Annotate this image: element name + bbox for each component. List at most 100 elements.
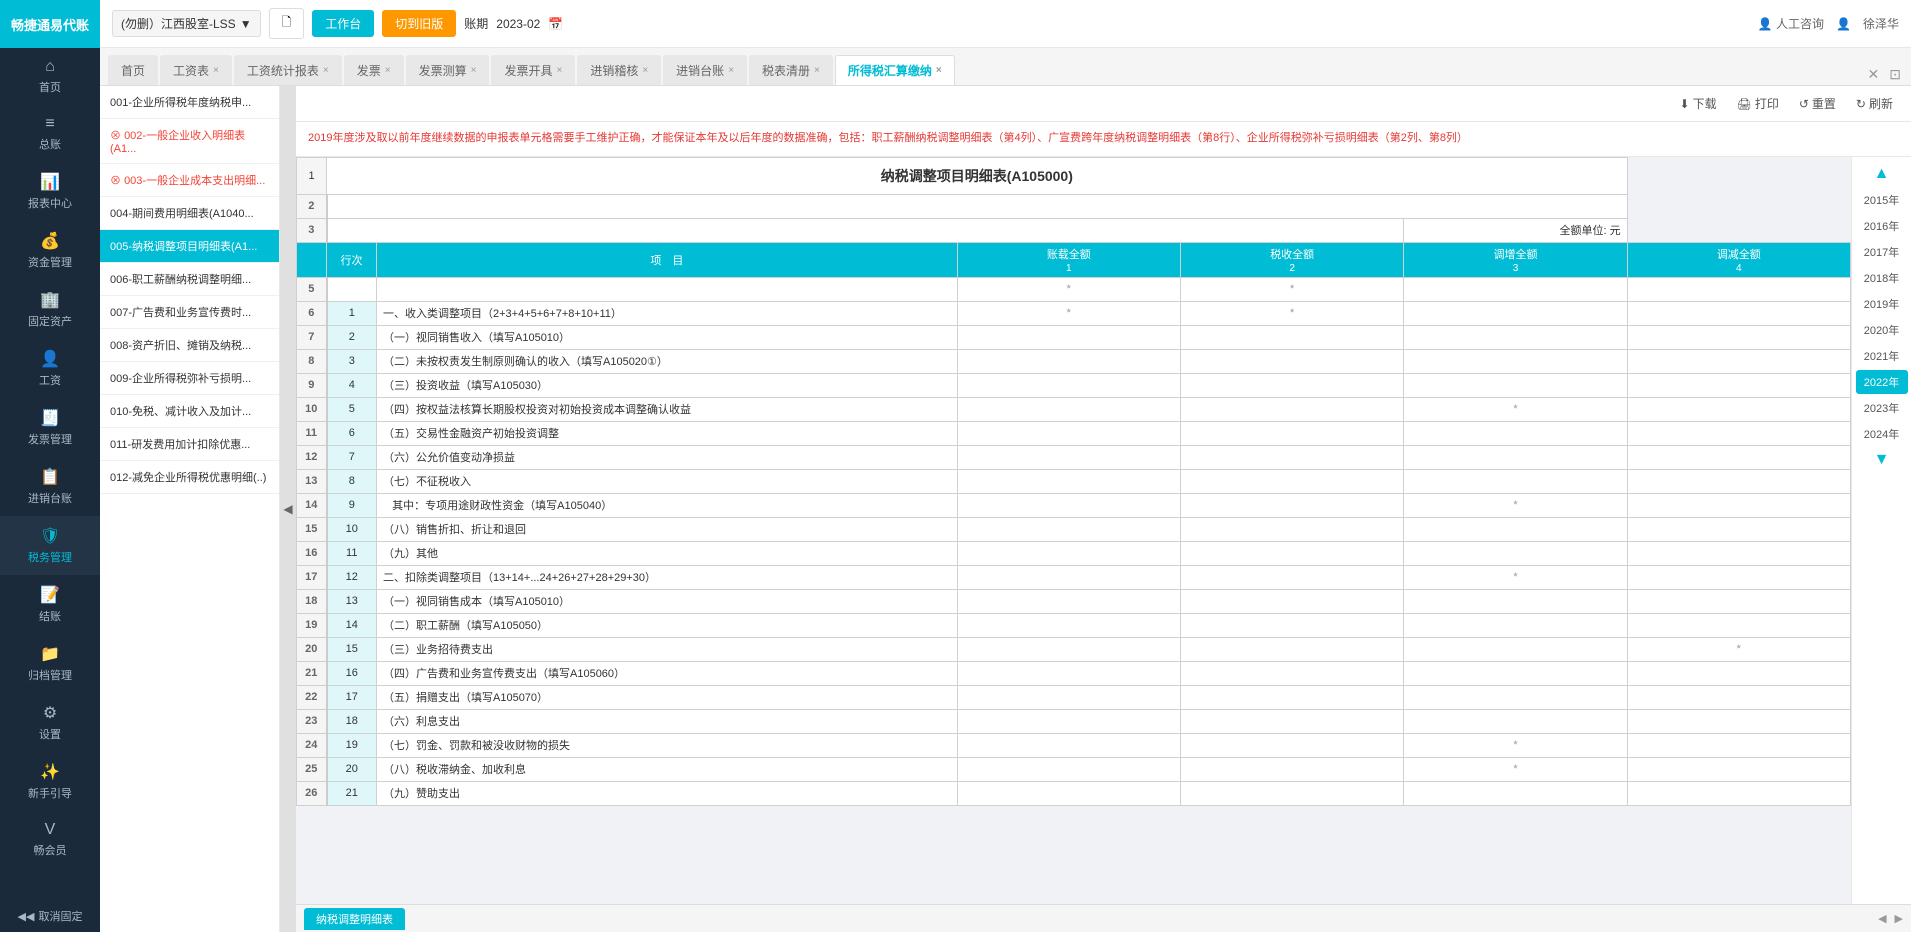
refresh-button[interactable]: ↻ 刷新 — [1850, 92, 1899, 115]
title-row: 1 纳税调整项目明细表(A105000) — [297, 157, 1851, 194]
bottom-right: ◀ ▶ — [1878, 912, 1903, 925]
tab-close-invoice[interactable]: × — [385, 65, 391, 76]
right-year-panel: ▲ 2015年 2016年 2017年 2018年 2019年 2020年 20… — [1851, 157, 1911, 904]
left-item-003[interactable]: ⊗ 003-一般企业成本支出明细... — [100, 164, 279, 197]
sidebar-item-close[interactable]: 📝 结账 — [0, 575, 100, 634]
col-hang-header: 行次 — [327, 242, 377, 277]
sidebar-item-vip[interactable]: V 畅会员 — [0, 811, 100, 868]
sidebar-item-tax[interactable]: 🛡 税务管理 — [0, 516, 100, 575]
workbench-button[interactable]: 工作台 — [312, 10, 374, 37]
sales-icon: 📋 — [40, 467, 60, 487]
tab-home[interactable]: 首页 — [108, 55, 158, 85]
tab-close-ledger[interactable]: × — [728, 65, 734, 76]
tab-close-audit[interactable]: × — [642, 65, 648, 76]
reset-icon: ↺ — [1799, 97, 1809, 111]
left-item-002[interactable]: ⊗ 002-一般企业收入明细表(A1... — [100, 119, 279, 164]
user-name: 徐泽华 — [1863, 15, 1899, 32]
sidebar-item-guide[interactable]: ✨ 新手引导 — [0, 752, 100, 811]
sidebar-item-home[interactable]: ⌂ 首页 — [0, 48, 100, 105]
year-2020[interactable]: 2020年 — [1856, 318, 1908, 342]
tab-salary-report[interactable]: 工资统计报表 × — [234, 55, 342, 85]
unfix-button[interactable]: ◀◀ 取消固定 — [0, 900, 100, 932]
data-row-19: 19 14 （二）职工薪酬（填写A105050） — [297, 613, 1851, 637]
year-2023[interactable]: 2023年 — [1856, 396, 1908, 420]
sidebar-item-reports[interactable]: 📊 报表中心 — [0, 162, 100, 221]
print-button[interactable]: 🖨 打印 — [1731, 92, 1785, 115]
tab-close-invoice-calc[interactable]: × — [471, 65, 477, 76]
year-2017[interactable]: 2017年 — [1856, 240, 1908, 264]
year-scroll-up[interactable]: ▲ — [1870, 161, 1894, 187]
sidebar-item-sales[interactable]: 📋 进销台账 — [0, 457, 100, 516]
switch-button[interactable]: 切到旧版 — [382, 10, 456, 37]
tax-icon: 🛡 — [40, 526, 60, 546]
year-2018[interactable]: 2018年 — [1856, 266, 1908, 290]
year-2022[interactable]: 2022年 — [1856, 370, 1908, 394]
year-2016[interactable]: 2016年 — [1856, 214, 1908, 238]
calendar-icon[interactable]: 📅 — [548, 17, 563, 31]
guide-icon: ✨ — [40, 762, 60, 782]
left-item-008[interactable]: 008-资产折旧、摊销及纳税... — [100, 329, 279, 362]
col-e-header: 调增全额3 — [1404, 242, 1627, 277]
content-area: 001-企业所得税年度纳税申... ⊗ 002-一般企业收入明细表(A1... … — [100, 86, 1911, 932]
topbar-right: 👤 人工咨询 👤 徐泽华 — [1758, 15, 1899, 32]
collapse-panel-button[interactable]: ◀ — [280, 86, 296, 932]
col-d-header: 税收全额2 — [1180, 242, 1403, 277]
left-item-012[interactable]: 012-减免企业所得税优惠明细(..) — [100, 461, 279, 494]
tab-audit[interactable]: 进销稽核 × — [577, 55, 661, 85]
company-selector[interactable]: (勿删）江西股室-LSS ▼ — [112, 10, 261, 37]
tab-invoice-issue[interactable]: 发票开具 × — [491, 55, 575, 85]
tab-close-invoice-issue[interactable]: × — [556, 65, 562, 76]
sidebar-item-settings[interactable]: ⚙ 设置 — [0, 693, 100, 752]
support-link[interactable]: 👤 人工咨询 — [1758, 15, 1824, 32]
data-row-14: 14 9 其中：专项用途财政性资金（填写A105040） * — [297, 493, 1851, 517]
sidebar-bottom: ◀◀ 取消固定 — [0, 900, 100, 932]
tab-invoice[interactable]: 发票 × — [344, 55, 404, 85]
left-item-011[interactable]: 011-研发费用加计扣除优惠... — [100, 428, 279, 461]
maximize-icon[interactable]: ⊡ — [1887, 64, 1903, 85]
tab-salary[interactable]: 工资表 × — [160, 55, 232, 85]
tab-close-salary-report[interactable]: × — [323, 65, 329, 76]
year-2019[interactable]: 2019年 — [1856, 292, 1908, 316]
left-item-009[interactable]: 009-企业所得税弥补亏损明... — [100, 362, 279, 395]
spreadsheet-scroll[interactable]: 1 纳税调整项目明细表(A105000) 2 3 — [296, 157, 1851, 904]
bottom-bar: 纳税调整明细表 ◀ ▶ — [296, 904, 1911, 932]
left-item-010[interactable]: 010-免税、减计收入及加计... — [100, 395, 279, 428]
close-all-icon[interactable]: ✕ — [1866, 64, 1882, 85]
copy-button[interactable]: 🗋 — [269, 8, 305, 39]
sidebar-item-assets[interactable]: 🏢 固定资产 — [0, 280, 100, 339]
bottom-tab-adjust[interactable]: 纳税调整明细表 — [304, 908, 405, 930]
tab-close-tax-list[interactable]: × — [814, 65, 820, 76]
download-button[interactable]: ⬇ 下载 — [1674, 92, 1723, 115]
sidebar-item-archive[interactable]: 📁 归档管理 — [0, 634, 100, 693]
reports-icon: 📊 — [40, 172, 60, 192]
print-icon: 🖨 — [1737, 97, 1752, 111]
tab-ledger[interactable]: 进销台账 × — [663, 55, 747, 85]
assets-icon: 🏢 — [40, 290, 60, 310]
main-area: (勿删）江西股室-LSS ▼ 🗋 工作台 切到旧版 账期 2023-02 📅 👤… — [100, 0, 1911, 932]
year-2021[interactable]: 2021年 — [1856, 344, 1908, 368]
bottom-scroll-left[interactable]: ◀ — [1878, 912, 1886, 925]
year-scroll-down[interactable]: ▼ — [1870, 447, 1894, 473]
sidebar-item-finance[interactable]: 💰 资金管理 — [0, 221, 100, 280]
data-row-16: 16 11 （九）其他 — [297, 541, 1851, 565]
invoice-icon: 🧾 — [40, 408, 60, 428]
left-item-007[interactable]: 007-广告费和业务宣传费时... — [100, 296, 279, 329]
sidebar-item-ledger[interactable]: ≡ 总账 — [0, 105, 100, 162]
year-2015[interactable]: 2015年 — [1856, 188, 1908, 212]
reset-button[interactable]: ↺ 重置 — [1793, 92, 1842, 115]
tab-tax-list[interactable]: 税表清册 × — [749, 55, 833, 85]
tab-invoice-calc[interactable]: 发票测算 × — [406, 55, 490, 85]
sidebar-item-salary[interactable]: 👤 工资 — [0, 339, 100, 398]
left-item-006[interactable]: 006-职工薪酬纳税调整明细... — [100, 263, 279, 296]
bottom-scroll-right[interactable]: ▶ — [1895, 912, 1903, 925]
tab-income-tax[interactable]: 所得税汇算缴纳 × — [835, 55, 955, 85]
tab-close-salary[interactable]: × — [213, 65, 219, 76]
left-item-005[interactable]: 005-纳税调整项目明细表(A1... — [100, 230, 279, 263]
tab-close-income-tax[interactable]: × — [936, 65, 942, 76]
sheet-table: 1 纳税调整项目明细表(A105000) 2 3 — [296, 157, 1851, 806]
left-item-004[interactable]: 004-期间费用明细表(A1040... — [100, 197, 279, 230]
sidebar-item-invoice[interactable]: 🧾 发票管理 — [0, 398, 100, 457]
salary-icon: 👤 — [40, 349, 60, 369]
year-2024[interactable]: 2024年 — [1856, 422, 1908, 446]
left-item-001[interactable]: 001-企业所得税年度纳税申... — [100, 86, 279, 119]
